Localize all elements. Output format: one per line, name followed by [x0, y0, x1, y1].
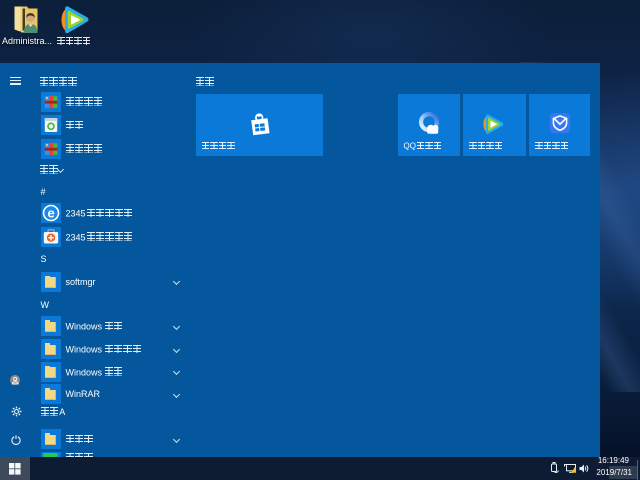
svg-text:e: e	[47, 206, 54, 221]
